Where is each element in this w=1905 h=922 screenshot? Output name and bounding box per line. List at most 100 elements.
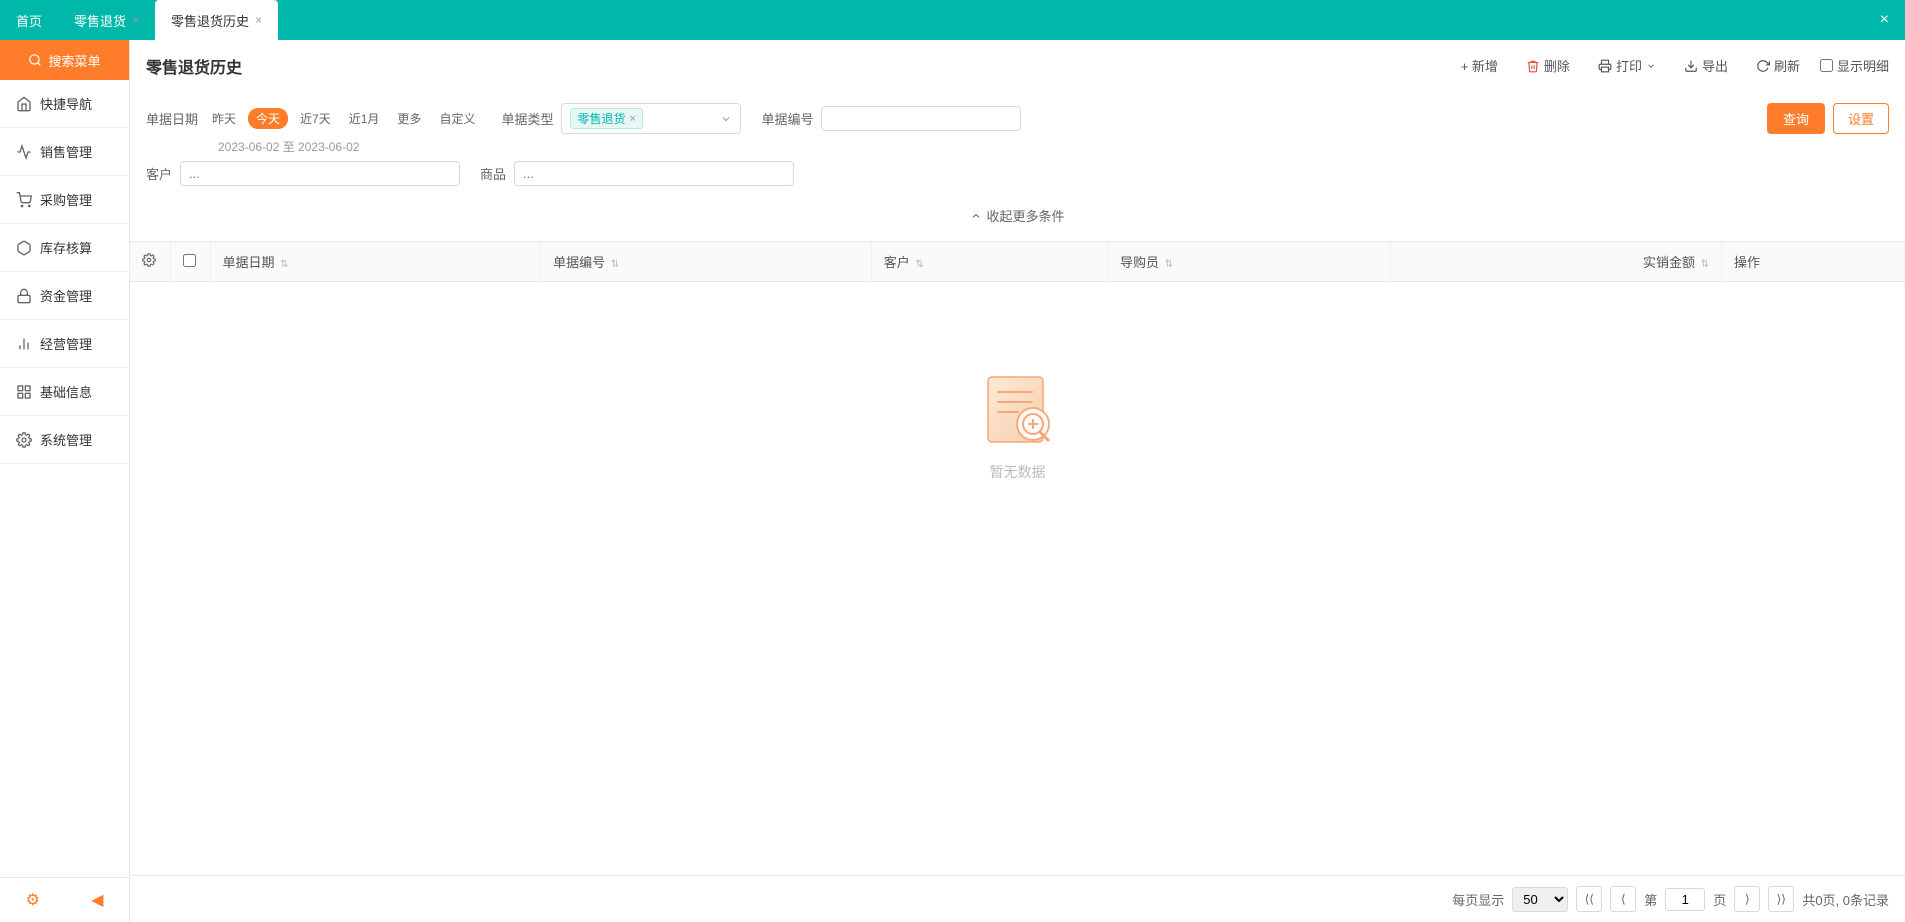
- customer-input[interactable]: [180, 161, 460, 186]
- empty-row: 暂无数据: [130, 282, 1905, 563]
- last-page-button[interactable]: ⟩⟩: [1768, 886, 1794, 912]
- select-all-checkbox[interactable]: [183, 254, 196, 267]
- th-date[interactable]: 单据日期 ⇅: [210, 242, 541, 282]
- add-button[interactable]: + 新增: [1453, 52, 1506, 79]
- doc-type-tag: 零售退货 ×: [570, 108, 642, 129]
- page-word: 第: [1644, 890, 1657, 909]
- sidebar-bottom: ⚙ ◀: [0, 877, 129, 922]
- settings-icon: [16, 432, 32, 448]
- collapse-row: 收起更多条件: [146, 196, 1889, 241]
- settings-filter-button[interactable]: 设置: [1833, 103, 1889, 134]
- sidebar-item-basic-info[interactable]: 基础信息: [0, 368, 129, 416]
- tab-home[interactable]: 首页: [0, 0, 58, 40]
- sidebar-item-quick-nav[interactable]: 快捷导航: [0, 80, 129, 128]
- sort-icon-number: ⇅: [611, 259, 619, 270]
- th-number[interactable]: 单据编号 ⇅: [541, 242, 872, 282]
- date-btn-today[interactable]: 今天: [248, 108, 288, 129]
- th-checkbox[interactable]: [170, 242, 210, 282]
- export-button[interactable]: 导出: [1676, 52, 1736, 79]
- th-amount[interactable]: 实销金额 ⇅: [1391, 242, 1722, 282]
- data-table: 单据日期 ⇅ 单据编号 ⇅ 客户 ⇅ 导购员 ⇅: [130, 242, 1905, 562]
- sidebar-item-inventory[interactable]: 库存核算: [0, 224, 129, 272]
- sidebar-search[interactable]: 搜索菜单: [0, 40, 129, 80]
- page-title: 零售退货历史: [146, 54, 242, 78]
- pagination-bar: 每页显示 10 20 50 100 ⟨⟨ ⟨ 第 页 ⟩ ⟩⟩ 共0页, 0条记…: [130, 875, 1905, 922]
- sort-icon-amount: ⇅: [1701, 259, 1709, 270]
- first-page-button[interactable]: ⟨⟨: [1576, 886, 1602, 912]
- query-button[interactable]: 查询: [1767, 103, 1825, 134]
- empty-illustration: [968, 362, 1068, 462]
- lock-icon: [16, 288, 32, 304]
- th-guide[interactable]: 导购员 ⇅: [1107, 242, 1390, 282]
- filter-area: 单据日期 昨天 今天 近7天 近1月 更多 自定义 单据类型: [146, 91, 1889, 241]
- page-header-top: 零售退货历史 + 新增 删除 打印: [146, 52, 1889, 79]
- sidebar-item-sys-mgmt[interactable]: 系统管理: [0, 416, 129, 464]
- page-unit: 页: [1713, 890, 1726, 909]
- goods-filter-item: 商品: [480, 161, 794, 186]
- date-btn-last7[interactable]: 近7天: [294, 108, 337, 129]
- sidebar-item-purchase-mgmt[interactable]: 采购管理: [0, 176, 129, 224]
- show-detail-checkbox-label[interactable]: 显示明细: [1820, 56, 1889, 75]
- collapse-button[interactable]: 收起更多条件: [970, 200, 1064, 233]
- doc-number-input[interactable]: [821, 106, 1021, 131]
- date-filter-buttons: 昨天 今天 近7天 近1月 更多 自定义: [206, 108, 481, 129]
- empty-state: 暂无数据: [130, 282, 1905, 562]
- sort-icon-customer: ⇅: [915, 259, 923, 270]
- page-header: 零售退货历史 + 新增 删除 打印: [130, 40, 1905, 242]
- filter-row-2: 客户 商品: [146, 161, 1889, 186]
- doc-type-select[interactable]: 零售退货 ×: [561, 103, 741, 134]
- customer-filter-item: 客户: [146, 161, 460, 186]
- next-page-button[interactable]: ⟩: [1734, 886, 1760, 912]
- tab-retail-return-close[interactable]: ×: [132, 13, 139, 27]
- doc-type-dropdown-icon: [720, 113, 732, 125]
- th-settings[interactable]: [130, 242, 170, 282]
- show-detail-checkbox[interactable]: [1820, 59, 1833, 72]
- bar-icon: [16, 336, 32, 352]
- filter-row-1: 单据日期 昨天 今天 近7天 近1月 更多 自定义 单据类型: [146, 103, 1889, 134]
- doc-number-filter-item: 单据编号: [761, 106, 1021, 131]
- tab-retail-return-history[interactable]: 零售退货历史 ×: [155, 0, 278, 40]
- sidebar: 搜索菜单 快捷导航 销售管理 采购管理 库存核算 资金管理 经营管理 基础信: [0, 40, 130, 922]
- refresh-icon: [1756, 59, 1770, 73]
- delete-icon: [1526, 59, 1540, 73]
- delete-button[interactable]: 删除: [1518, 52, 1578, 79]
- date-btn-more[interactable]: 更多: [391, 108, 427, 129]
- header-actions: + 新增 删除 打印 导出: [1453, 52, 1889, 79]
- collapse-sidebar-btn[interactable]: ◀: [91, 890, 103, 910]
- goods-input[interactable]: [514, 161, 794, 186]
- empty-text: 暂无数据: [990, 462, 1046, 482]
- sidebar-item-ops-mgmt[interactable]: 经营管理: [0, 320, 129, 368]
- date-btn-custom[interactable]: 自定义: [433, 108, 481, 129]
- prev-page-button[interactable]: ⟨: [1610, 886, 1636, 912]
- chart-icon: [16, 144, 32, 160]
- th-customer[interactable]: 客户 ⇅: [871, 242, 1107, 282]
- settings-bottom-btn[interactable]: ⚙: [26, 890, 40, 910]
- tab-retail-return[interactable]: 零售退货 ×: [58, 0, 155, 40]
- th-action: 操作: [1721, 242, 1905, 282]
- date-btn-yesterday[interactable]: 昨天: [206, 108, 242, 129]
- page-size-label: 每页显示: [1452, 890, 1504, 909]
- page-size-select[interactable]: 10 20 50 100: [1512, 887, 1568, 912]
- sidebar-item-sales-mgmt[interactable]: 销售管理: [0, 128, 129, 176]
- tab-retail-return-history-close[interactable]: ×: [255, 13, 262, 27]
- page-number-input[interactable]: [1665, 888, 1705, 911]
- window-close-button[interactable]: ×: [1864, 11, 1905, 29]
- print-dropdown-icon: [1646, 61, 1656, 71]
- export-icon: [1684, 59, 1698, 73]
- sort-icon-date: ⇅: [280, 259, 288, 270]
- collapse-icon: [970, 210, 982, 222]
- data-table-container: 单据日期 ⇅ 单据编号 ⇅ 客户 ⇅ 导购员 ⇅: [130, 242, 1905, 875]
- print-button[interactable]: 打印: [1590, 52, 1664, 79]
- cart-icon: [16, 192, 32, 208]
- column-settings-icon[interactable]: [142, 253, 156, 267]
- print-icon: [1598, 59, 1612, 73]
- total-info: 共0页, 0条记录: [1802, 890, 1889, 909]
- table-header-row: 单据日期 ⇅ 单据编号 ⇅ 客户 ⇅ 导购员 ⇅: [130, 242, 1905, 282]
- sidebar-item-finance[interactable]: 资金管理: [0, 272, 129, 320]
- doc-type-tag-close[interactable]: ×: [629, 113, 635, 125]
- top-tabs: 首页 零售退货 × 零售退货历史 ×: [0, 0, 1864, 40]
- refresh-button[interactable]: 刷新: [1748, 52, 1808, 79]
- date-btn-last1month[interactable]: 近1月: [343, 108, 386, 129]
- top-bar: 首页 零售退货 × 零售退货历史 × ×: [0, 0, 1905, 40]
- content-area: 零售退货历史 + 新增 删除 打印: [130, 40, 1905, 922]
